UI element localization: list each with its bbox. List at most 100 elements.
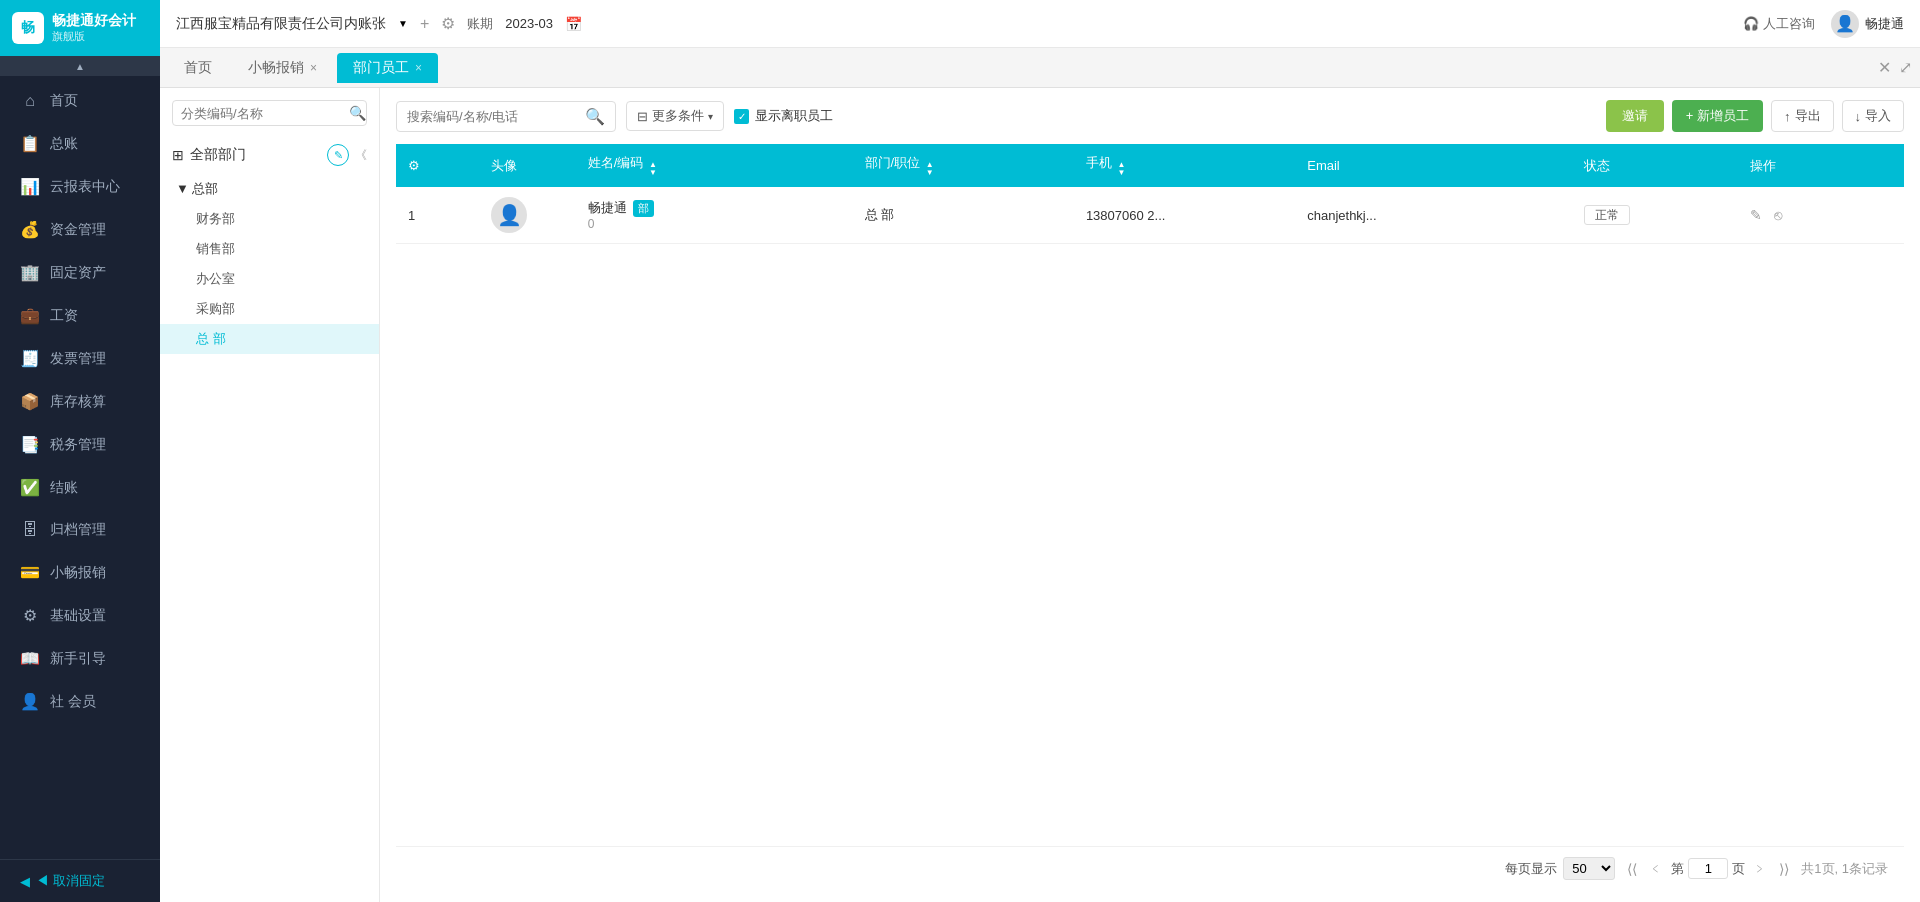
calendar-icon[interactable]: 📅 (565, 16, 582, 32)
per-page-select[interactable]: 50 10 20 100 (1563, 857, 1615, 880)
sidebar-item-inventory[interactable]: 📦 库存核算 (0, 380, 160, 423)
avatar-person-icon: 👤 (497, 203, 522, 227)
filter-button[interactable]: ⊟ 更多条件 ▾ (626, 101, 724, 131)
user-avatar: 👤 (1831, 10, 1859, 38)
tab-employees[interactable]: 部门员工 × (337, 53, 438, 83)
prev-page-button[interactable]: ﹤ (1645, 858, 1667, 880)
tab-expense[interactable]: 小畅报销 × (232, 53, 333, 83)
sidebar-item-label: 结账 (50, 479, 78, 497)
employee-search-input[interactable] (407, 109, 579, 124)
employee-search-bar[interactable]: 🔍 (396, 101, 616, 132)
sidebar-item-tax[interactable]: 📑 税务管理 (0, 423, 160, 466)
col-header-email: Email (1295, 144, 1572, 187)
import-icon: ↓ (1855, 109, 1862, 124)
content-area: 🔍 ⊞ 全部部门 ✎ 《 ▼ 总部 财务部 销售部 办公室 采购部 总 部 (160, 88, 1920, 902)
dept-item-office[interactable]: 办公室 (160, 264, 379, 294)
app-sub: 旗舰版 (52, 29, 136, 44)
export-label: 导出 (1795, 107, 1821, 125)
dept-search-input[interactable] (181, 106, 349, 121)
tax-icon: 📑 (20, 435, 40, 454)
sidebar-item-member[interactable]: 👤 社 会员 (0, 680, 160, 723)
tab-home[interactable]: 首页 (168, 53, 228, 83)
tab-employees-close-icon[interactable]: × (415, 61, 422, 75)
sidebar-item-label: 新手引导 (50, 650, 106, 668)
employee-name: 畅捷通 (588, 199, 627, 217)
export-icon: ↑ (1784, 109, 1791, 124)
sidebar-item-expense[interactable]: 💳 小畅报销 (0, 551, 160, 594)
dept-edit-button[interactable]: ✎ (327, 144, 349, 166)
first-page-button[interactable]: ⟨⟨ (1623, 859, 1641, 879)
show-resigned-toggle[interactable]: ✓ 显示离职员工 (734, 107, 833, 125)
assets-icon: 🏢 (20, 263, 40, 282)
tab-expense-label: 小畅报销 (248, 59, 304, 77)
col-header-name[interactable]: 姓名/编码 ▲▼ (576, 144, 853, 187)
sidebar-item-ledger[interactable]: 📋 总账 (0, 122, 160, 165)
sidebar-item-finance[interactable]: 💰 资金管理 (0, 208, 160, 251)
invoice-icon: 🧾 (20, 349, 40, 368)
sidebar-item-invoice[interactable]: 🧾 发票管理 (0, 337, 160, 380)
sidebar-item-label: 基础设置 (50, 607, 106, 625)
tab-close-button[interactable]: ✕ (1878, 58, 1891, 77)
dept-search-box[interactable]: 🔍 (172, 100, 367, 126)
show-resigned-checkbox[interactable]: ✓ (734, 109, 749, 124)
employee-search-icon[interactable]: 🔍 (585, 107, 605, 126)
all-dept-header[interactable]: ⊞ 全部部门 ✎ 《 (160, 136, 379, 174)
collapse-icon[interactable]: 《 (355, 147, 367, 164)
dept-search-icon[interactable]: 🔍 (349, 105, 366, 121)
dept-tree: ▼ 总部 财务部 销售部 办公室 采购部 总 部 (160, 174, 379, 354)
page-input[interactable] (1688, 858, 1728, 879)
add-company-button[interactable]: + (420, 15, 429, 33)
add-employee-button[interactable]: + 新增员工 (1672, 100, 1763, 132)
sidebar-item-settings[interactable]: ⚙ 基础设置 (0, 594, 160, 637)
dept-item-finance[interactable]: 财务部 (160, 204, 379, 234)
user-info[interactable]: 👤 畅捷通 (1831, 10, 1904, 38)
company-dropdown-icon[interactable]: ▼ (398, 18, 408, 29)
col-header-settings[interactable]: ⚙ (396, 144, 479, 187)
close-icon: ✅ (20, 478, 40, 497)
sidebar-item-reports[interactable]: 📊 云报表中心 (0, 165, 160, 208)
dept-parent-root[interactable]: ▼ 总部 (160, 174, 379, 204)
sidebar-item-label: 社 会员 (50, 693, 96, 711)
sidebar-item-assets[interactable]: 🏢 固定资产 (0, 251, 160, 294)
pagination-bar: 每页显示 50 10 20 100 ⟨⟨ ﹤ 第 页 ﹥ ⟩⟩ (396, 846, 1904, 890)
pin-icon: ◀ (20, 874, 30, 889)
col-header-phone[interactable]: 手机 ▲▼ (1074, 144, 1295, 187)
sort-icon-dept: ▲▼ (926, 161, 934, 177)
dept-item-sales[interactable]: 销售部 (160, 234, 379, 264)
last-page-button[interactable]: ⟩⟩ (1775, 859, 1793, 879)
logout-action-icon[interactable]: ⎋ (1774, 207, 1782, 223)
settings-button[interactable]: ⚙ (441, 14, 455, 33)
sort-icon-name: ▲▼ (649, 161, 657, 177)
row-name: 畅捷通 部 0 (576, 187, 853, 244)
employee-avatar: 👤 (491, 197, 527, 233)
tab-employees-label: 部门员工 (353, 59, 409, 77)
page-navigation: ⟨⟨ ﹤ 第 页 ﹥ ⟩⟩ (1623, 858, 1793, 880)
support-button[interactable]: 🎧 人工咨询 (1743, 15, 1815, 33)
col-header-dept[interactable]: 部门/职位 ▲▼ (853, 144, 1074, 187)
per-page-selector: 每页显示 50 10 20 100 (1505, 857, 1615, 880)
dept-item-general[interactable]: 总 部 (160, 324, 379, 354)
sidebar-item-salary[interactable]: 💼 工资 (0, 294, 160, 337)
sidebar-item-label: 总账 (50, 135, 78, 153)
sidebar-item-close[interactable]: ✅ 结账 (0, 466, 160, 509)
cancel-pin-button[interactable]: ◀ ◀ 取消固定 (0, 859, 160, 902)
archive-icon: 🗄 (20, 521, 40, 539)
import-button[interactable]: ↓ 导入 (1842, 100, 1905, 132)
sidebar-item-label: 工资 (50, 307, 78, 325)
sidebar-scroll-up[interactable]: ▲ (0, 56, 160, 76)
sidebar-item-archive[interactable]: 🗄 归档管理 (0, 509, 160, 551)
ledger-icon: 📋 (20, 134, 40, 153)
edit-action-icon[interactable]: ✎ (1750, 207, 1762, 223)
sidebar-item-guide[interactable]: 📖 新手引导 (0, 637, 160, 680)
tab-home-label: 首页 (184, 59, 212, 77)
invite-button[interactable]: 邀请 (1606, 100, 1664, 132)
department-panel: 🔍 ⊞ 全部部门 ✎ 《 ▼ 总部 财务部 销售部 办公室 采购部 总 部 (160, 88, 380, 902)
tab-expense-close-icon[interactable]: × (310, 61, 317, 75)
tab-maximize-button[interactable]: ⤢ (1899, 58, 1912, 77)
sidebar-item-home[interactable]: ⌂ 首页 (0, 80, 160, 122)
company-name[interactable]: 江西服宝精品有限责任公司内账张 (176, 15, 386, 33)
employee-dept-badge: 部 (633, 200, 654, 217)
export-button[interactable]: ↑ 导出 (1771, 100, 1834, 132)
next-page-button[interactable]: ﹥ (1749, 858, 1771, 880)
dept-item-purchase[interactable]: 采购部 (160, 294, 379, 324)
